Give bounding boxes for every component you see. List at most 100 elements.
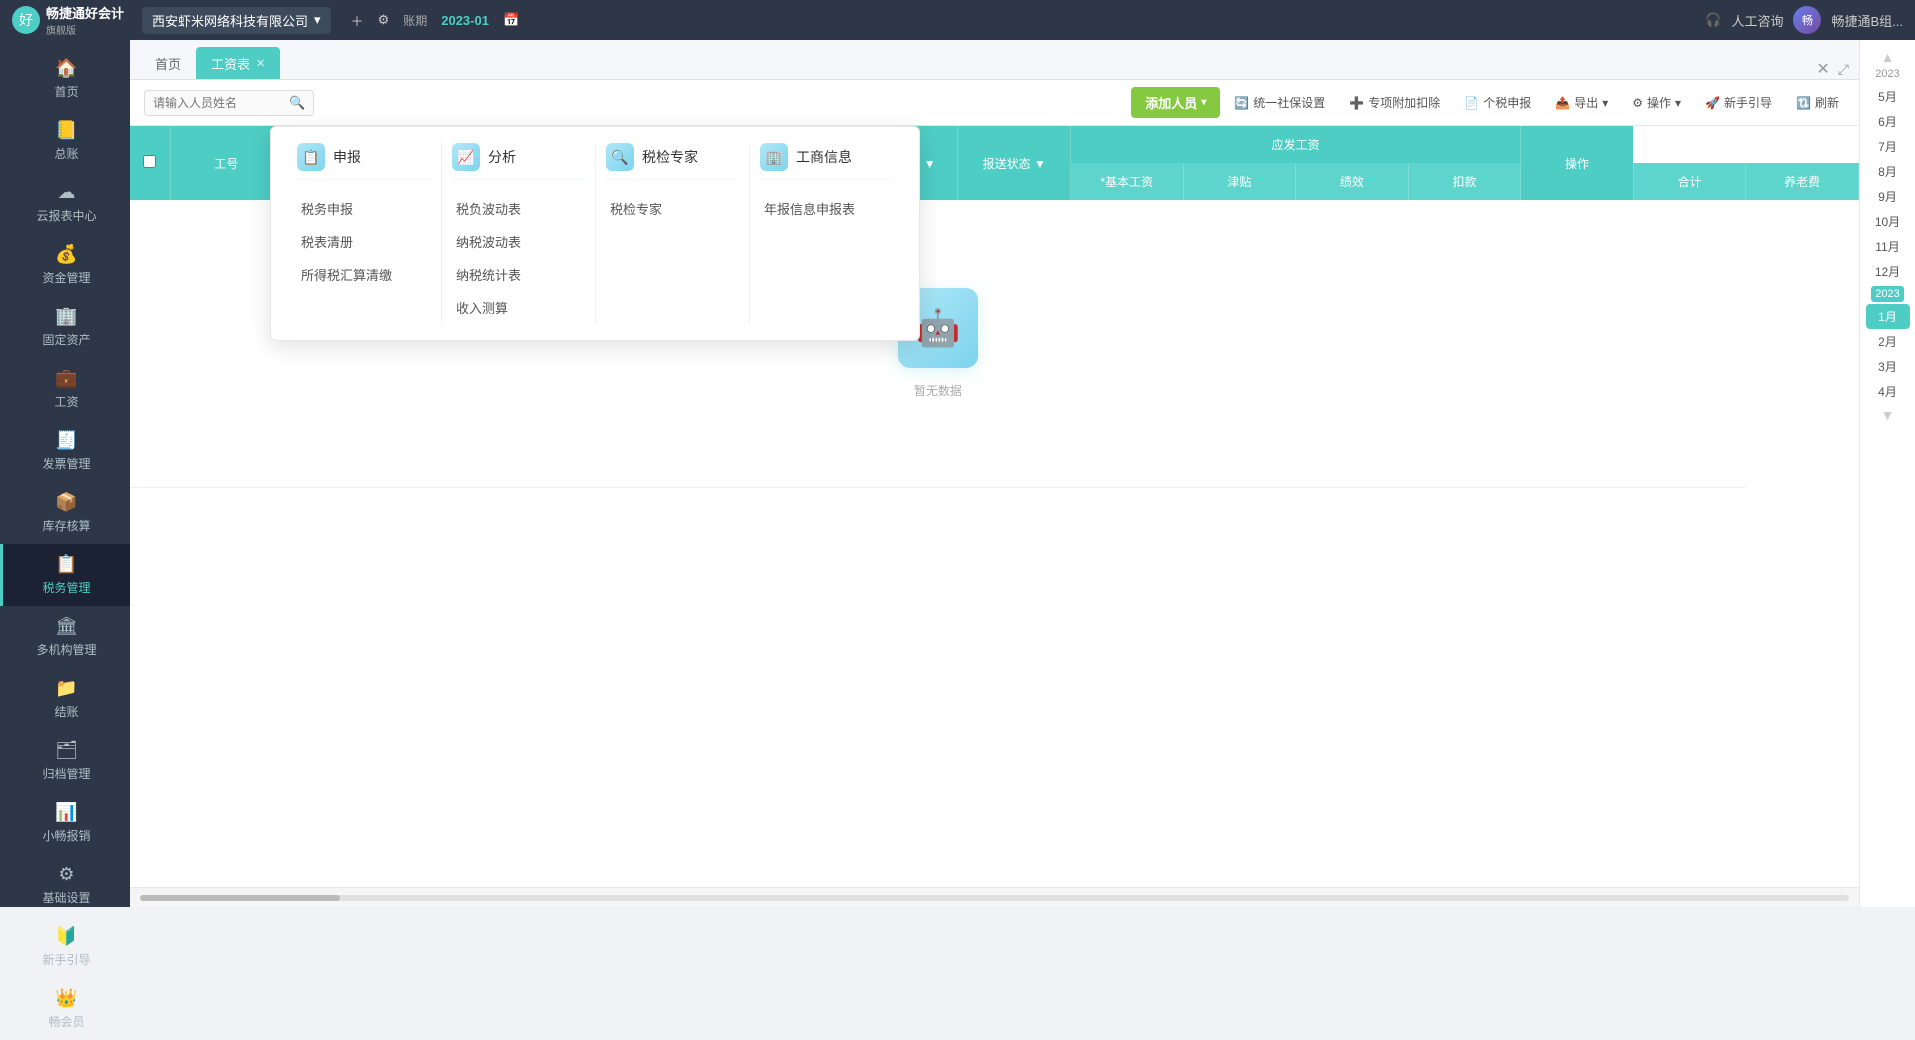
settings-btn[interactable]: ⚙: [378, 12, 390, 28]
cal-nav-down[interactable]: ▼: [1878, 404, 1898, 426]
popup-item-tax-stat[interactable]: 纳税统计表: [452, 258, 585, 291]
period-label: 账期: [403, 12, 427, 29]
company-selector[interactable]: 西安虾米网络科技有限公司 ▾: [142, 7, 331, 34]
social-security-btn[interactable]: 🔄 统一社保设置: [1228, 90, 1331, 115]
sidebar-item-ledger[interactable]: 📒 总账: [0, 110, 130, 172]
sidebar-label-close: 结账: [54, 703, 78, 720]
popup-col-expert: 🔍 税检专家 税检专家: [595, 143, 749, 324]
sidebar-item-funds[interactable]: 💰 资金管理: [0, 234, 130, 296]
search-input[interactable]: [153, 96, 283, 110]
home-icon: 🏠: [55, 58, 77, 79]
sidebar-item-assets[interactable]: 🏢 固定资产: [0, 296, 130, 358]
sidebar-label-member: 畅会员: [48, 1013, 84, 1030]
cal-month-9[interactable]: 9月: [1866, 184, 1910, 209]
sidebar-item-archive[interactable]: 🗂 归档管理: [0, 730, 130, 792]
toolbar: 🔍 添加人员 ▾ 🔄 统一社保设置 ➕ 专项附加扣除 📄 个税申报: [130, 80, 1859, 126]
sidebar-item-tax[interactable]: 📋 税务管理: [0, 544, 130, 606]
tax-decl-label: 个税申报: [1483, 94, 1531, 111]
cal-nav-up[interactable]: ▲: [1878, 46, 1898, 68]
cal-month-2[interactable]: 2月: [1866, 329, 1910, 354]
cal-month-1[interactable]: 1月: [1866, 304, 1910, 329]
cal-month-8[interactable]: 8月: [1866, 159, 1910, 184]
popup-item-expert[interactable]: 税检专家: [606, 192, 739, 225]
member-icon: 👑: [55, 988, 77, 1009]
add-company-btn[interactable]: ＋: [351, 11, 364, 30]
search-box: 🔍: [144, 90, 314, 116]
sidebar-label-archive: 归档管理: [42, 765, 90, 782]
sidebar-item-cloud[interactable]: ☁ 云报表中心: [0, 172, 130, 234]
popup-item-tax-burden[interactable]: 税负波动表: [452, 192, 585, 225]
close-period-icon: 📁: [55, 678, 77, 699]
scrollbar-track[interactable]: [140, 895, 1849, 901]
cal-month-7[interactable]: 7月: [1866, 134, 1910, 159]
layout: 🏠 首页 📒 总账 ☁ 云报表中心 💰 资金管理 🏢 固定资产 💼 工资 🧾 发…: [0, 40, 1915, 907]
sidebar-item-multi[interactable]: 🏛 多机构管理: [0, 606, 130, 668]
popup-cat-declaration-header: 📋 申报: [297, 143, 431, 180]
popup-item-income-tax[interactable]: 所得税汇算清缴: [297, 258, 431, 291]
sidebar-item-expense[interactable]: 📊 小畅报销: [0, 792, 130, 854]
tax-declaration-btn[interactable]: 📄 个税申报: [1458, 90, 1537, 115]
tab-salary-table[interactable]: 工资表 ✕: [196, 47, 280, 79]
user-area: 🎧 人工咨询 畅 畅捷通B组...: [1705, 6, 1903, 34]
cal-month-10[interactable]: 10月: [1866, 209, 1910, 234]
tab-home[interactable]: 首页: [140, 47, 196, 79]
main-content: 首页 工资表 ✕ ✕ ⤢ 🔍 添加人员 ▾: [130, 40, 1859, 907]
calendar-icon[interactable]: 📅: [503, 12, 519, 28]
export-arrow-icon: ▾: [1602, 96, 1608, 110]
company-name: 西安虾米网络科技有限公司: [152, 11, 308, 30]
popup-item-tax-form[interactable]: 税表清册: [297, 225, 431, 258]
dropdown-popup: 📋 申报 税务申报 税表清册 所得税汇算清缴 📈 分析 税负波动表 纳税波动表 …: [270, 126, 920, 341]
popup-item-tax-declare[interactable]: 税务申报: [297, 192, 431, 225]
plus-icon: ＋: [351, 11, 364, 30]
sidebar-item-invoice[interactable]: 🧾 发票管理: [0, 420, 130, 482]
deduction-label: 专项附加扣除: [1368, 94, 1440, 111]
tab-close-btn[interactable]: ✕: [256, 57, 265, 70]
logo-sub: 旗舰版: [46, 22, 124, 37]
sidebar-label-guide: 新手引导: [42, 951, 90, 968]
analysis-cat-title: 分析: [488, 147, 516, 167]
sidebar-label-cloud: 云报表中心: [36, 207, 96, 224]
deduction-btn[interactable]: ➕ 专项附加扣除: [1343, 90, 1446, 115]
th-checkbox[interactable]: [130, 126, 170, 200]
add-person-button[interactable]: 添加人员 ▾: [1131, 87, 1220, 118]
sidebar-item-salary[interactable]: 💼 工资: [0, 358, 130, 420]
cal-month-5[interactable]: 5月: [1866, 84, 1910, 109]
sidebar-label-inventory: 库存核算: [42, 517, 90, 534]
sidebar-label-tax: 税务管理: [42, 579, 90, 596]
th-allowance: 津贴: [1183, 163, 1296, 200]
declaration-cat-icon: 📋: [297, 143, 325, 171]
inventory-icon: 📦: [55, 492, 77, 513]
cal-month-3[interactable]: 3月: [1866, 354, 1910, 379]
operation-btn[interactable]: ⚙ 操作 ▾: [1626, 90, 1687, 115]
popup-item-tax-change[interactable]: 纳税波动表: [452, 225, 585, 258]
cal-month-4[interactable]: 4月: [1866, 379, 1910, 404]
cal-month-11[interactable]: 11月: [1866, 234, 1910, 259]
archive-icon: 🗂: [55, 740, 78, 761]
sidebar-label-multi: 多机构管理: [36, 641, 96, 658]
gear-icon: ⚙: [378, 12, 390, 28]
cal-month-6[interactable]: 6月: [1866, 109, 1910, 134]
sidebar-item-home[interactable]: 🏠 首页: [0, 48, 130, 110]
popup-item-annual-report[interactable]: 年报信息申报表: [760, 192, 893, 225]
window-restore-btn[interactable]: ⤢: [1838, 61, 1849, 78]
declaration-cat-title: 申报: [333, 147, 361, 167]
user-name[interactable]: 畅捷通B组...: [1831, 11, 1903, 30]
sidebar-label-settings: 基础设置: [42, 889, 90, 906]
popup-cat-expert-header: 🔍 税检专家: [606, 143, 739, 180]
sidebar-label-ledger: 总账: [54, 145, 78, 162]
sidebar-item-guide[interactable]: 🔰 新手引导: [0, 916, 130, 978]
scrollbar-thumb[interactable]: [140, 895, 340, 901]
refresh-btn[interactable]: 🔃 刷新: [1790, 90, 1845, 115]
sidebar-item-inventory[interactable]: 📦 库存核算: [0, 482, 130, 544]
select-all-checkbox[interactable]: [143, 155, 156, 168]
window-close-btn[interactable]: ✕: [1816, 59, 1829, 79]
operation-icon: ⚙: [1632, 96, 1643, 110]
popup-item-income-est[interactable]: 收入测算: [452, 291, 585, 324]
sidebar-item-member[interactable]: 👑 畅会员: [0, 978, 130, 1040]
export-btn[interactable]: 📤 导出 ▾: [1549, 90, 1614, 115]
sidebar-item-close[interactable]: 📁 结账: [0, 668, 130, 730]
guide-btn[interactable]: 🚀 新手引导: [1699, 90, 1778, 115]
cal-month-12[interactable]: 12月: [1866, 259, 1910, 284]
support-label[interactable]: 人工咨询: [1731, 11, 1783, 30]
expense-icon: 📊: [55, 802, 77, 823]
